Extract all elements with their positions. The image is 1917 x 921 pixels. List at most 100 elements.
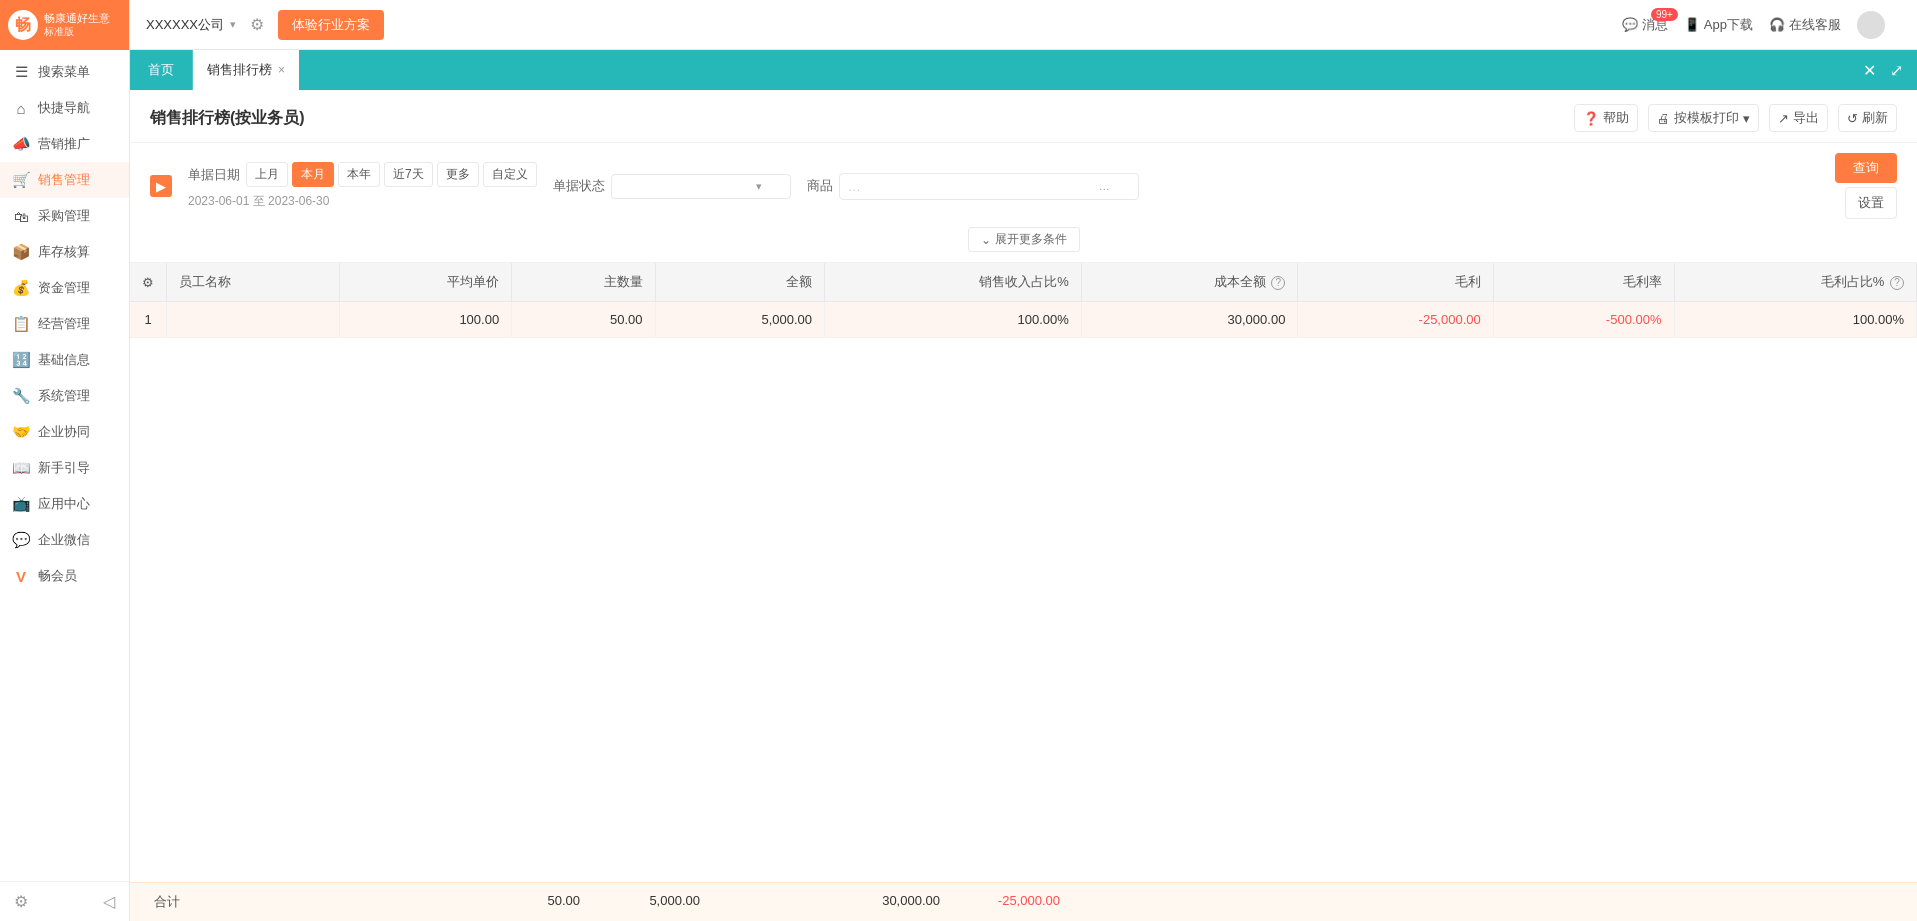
app-subtitle: 标准版 (44, 25, 110, 39)
help-button[interactable]: ❓ 帮助 (1574, 104, 1638, 132)
sidebar-item-shortcut[interactable]: ⌂ 快捷导航 (0, 90, 129, 126)
table-header-row: ⚙ 员工名称 平均单价 主数量 全额 销售收入占比% 成本全额 ? 毛利 毛利率… (130, 263, 1917, 302)
collapse-icon[interactable]: ◁ (103, 892, 115, 911)
sidebar-item-cooperation[interactable]: 🤝 企业协同 (0, 414, 129, 450)
refresh-button[interactable]: ↺ 刷新 (1838, 104, 1897, 132)
sidebar-logo: 畅 畅康通好生意 标准版 (0, 0, 129, 50)
sidebar-item-label: 应用中心 (38, 495, 90, 513)
apps-icon: 📺 (12, 495, 30, 513)
goods-label: 商品 (807, 177, 833, 195)
page-actions: ❓ 帮助 🖨 按模板打印 ▾ ↗ 导出 ↺ 刷新 (1574, 104, 1897, 132)
inventory-icon: 📦 (12, 243, 30, 261)
col-gross-rate: 毛利率 (1493, 263, 1674, 302)
search-menu-icon: ☰ (12, 63, 30, 81)
active-tab-label: 销售排行榜 (207, 61, 272, 79)
sidebar-item-label: 企业微信 (38, 531, 90, 549)
service-label: 在线客服 (1789, 16, 1841, 34)
logo-icon: 畅 (8, 10, 38, 40)
cell-sales-pct: 100.00% (825, 302, 1082, 338)
main-area: XXXXXX公司 ▾ ⚙ 体验行业方案 💬 消息 99+ 📱 App下载 🎧 在… (130, 0, 1917, 921)
col-gross: 毛利 (1298, 263, 1493, 302)
trial-button[interactable]: 体验行业方案 (278, 10, 384, 40)
sidebar-item-wechat[interactable]: 💬 企业微信 (0, 522, 129, 558)
settings-icon[interactable]: ⚙ (14, 892, 28, 911)
cell-amount: 5,000.00 (655, 302, 824, 338)
sidebar-item-guide[interactable]: 📖 新手引导 (0, 450, 129, 486)
sidebar-item-management[interactable]: 📋 经营管理 (0, 306, 129, 342)
export-button[interactable]: ↗ 导出 (1769, 104, 1828, 132)
sidebar-item-label: 系统管理 (38, 387, 90, 405)
marketing-icon: 📣 (12, 135, 30, 153)
sidebar-item-finance[interactable]: 💰 资金管理 (0, 270, 129, 306)
sidebar-item-label: 畅会员 (38, 567, 77, 585)
sidebar-menu: ☰ 搜索菜单 ⌂ 快捷导航 📣 营销推广 🛒 销售管理 🛍 采购管理 📦 库存核… (0, 50, 129, 881)
user-avatar[interactable] (1857, 11, 1885, 39)
sales-icon: 🛒 (12, 171, 30, 189)
finance-icon: 💰 (12, 279, 30, 297)
system-icon: 🔧 (12, 387, 30, 405)
company-selector[interactable]: XXXXXX公司 ▾ (146, 16, 236, 34)
settings-gear-icon[interactable]: ⚙ (246, 11, 268, 38)
col-avg-price: 平均单价 (339, 263, 512, 302)
message-badge: 99+ (1651, 8, 1678, 21)
online-service-button[interactable]: 🎧 在线客服 (1769, 16, 1841, 34)
tab-close-icon[interactable]: × (278, 63, 285, 77)
expand-row: ⌄ 展开更多条件 (150, 227, 1897, 252)
sidebar-item-marketing[interactable]: 📣 营销推广 (0, 126, 129, 162)
sidebar-item-label: 新手引导 (38, 459, 90, 477)
status-filter-group: 单据状态 ▾ (553, 174, 791, 199)
cost-info-icon[interactable]: ? (1271, 276, 1285, 290)
expand-icon: ⌄ (981, 233, 991, 247)
custom-date-btn[interactable]: 自定义 (483, 162, 537, 187)
sidebar-item-label: 采购管理 (38, 207, 90, 225)
tab-bar: 首页 销售排行榜 × ✕ ⤢ (130, 50, 1917, 90)
sidebar-item-apps[interactable]: 📺 应用中心 (0, 486, 129, 522)
table-area: ⚙ 员工名称 平均单价 主数量 全额 销售收入占比% 成本全额 ? 毛利 毛利率… (130, 263, 1917, 921)
date-buttons: 上月 本月 本年 近7天 更多 自定义 (246, 162, 537, 187)
date-label: 单据日期 (188, 166, 240, 184)
footer-cost: 30,000.00 (832, 893, 952, 911)
cell-avg-price: 100.00 (339, 302, 512, 338)
tab-sales-ranking[interactable]: 销售排行榜 × (193, 50, 299, 90)
last-month-btn[interactable]: 上月 (246, 162, 288, 187)
status-select-arrow-icon: ▾ (756, 180, 762, 193)
col-qty: 主数量 (512, 263, 655, 302)
app-download-button[interactable]: 📱 App下载 (1684, 16, 1753, 34)
col-settings[interactable]: ⚙ (130, 263, 167, 302)
expand-conditions-button[interactable]: ⌄ 展开更多条件 (968, 227, 1080, 252)
sidebar-item-purchase[interactable]: 🛍 采购管理 (0, 198, 129, 234)
sidebar-item-system[interactable]: 🔧 系统管理 (0, 378, 129, 414)
template-print-button[interactable]: 🖨 按模板打印 ▾ (1648, 104, 1759, 132)
content-area: 销售排行榜(按业务员) ❓ 帮助 🖨 按模板打印 ▾ ↗ 导出 ↺ 刷新 (130, 90, 1917, 921)
tab-home[interactable]: 首页 (130, 50, 193, 90)
sidebar-item-sales[interactable]: 🛒 销售管理 (0, 162, 129, 198)
message-icon: 💬 (1622, 17, 1638, 32)
status-select[interactable]: ▾ (611, 174, 791, 199)
sidebar-item-member[interactable]: V 畅会员 (0, 558, 129, 594)
more-date-btn[interactable]: 更多 (437, 162, 479, 187)
filter-toggle-icon[interactable]: ▶ (150, 175, 172, 197)
sidebar-item-label: 基础信息 (38, 351, 90, 369)
this-year-btn[interactable]: 本年 (338, 162, 380, 187)
query-actions: 查询 设置 (1835, 153, 1897, 219)
goods-input[interactable]: … … (839, 173, 1139, 200)
query-button[interactable]: 查询 (1835, 153, 1897, 183)
sidebar-item-basic[interactable]: 🔢 基础信息 (0, 342, 129, 378)
sidebar-item-search[interactable]: ☰ 搜索菜单 (0, 54, 129, 90)
last-7-days-btn[interactable]: 近7天 (384, 162, 433, 187)
message-button[interactable]: 💬 消息 99+ (1622, 16, 1668, 34)
gross-pct-info-icon[interactable]: ? (1890, 276, 1904, 290)
sidebar-item-label: 经营管理 (38, 315, 90, 333)
set-button[interactable]: 设置 (1845, 187, 1897, 219)
topbar: XXXXXX公司 ▾ ⚙ 体验行业方案 💬 消息 99+ 📱 App下载 🎧 在… (130, 0, 1917, 50)
sidebar-item-inventory[interactable]: 📦 库存核算 (0, 234, 129, 270)
app-label: App下载 (1704, 16, 1753, 34)
this-month-btn[interactable]: 本月 (292, 162, 334, 187)
date-filter-group: 单据日期 上月 本月 本年 近7天 更多 自定义 2023-06-01 至 20… (188, 162, 537, 210)
refresh-icon: ↺ (1847, 111, 1858, 126)
cell-gross: -25,000.00 (1298, 302, 1493, 338)
close-window-icon[interactable]: ✕ (1859, 57, 1880, 84)
table-scroll[interactable]: ⚙ 员工名称 平均单价 主数量 全额 销售收入占比% 成本全额 ? 毛利 毛利率… (130, 263, 1917, 882)
guide-icon: 📖 (12, 459, 30, 477)
restore-icon[interactable]: ⤢ (1886, 57, 1907, 84)
